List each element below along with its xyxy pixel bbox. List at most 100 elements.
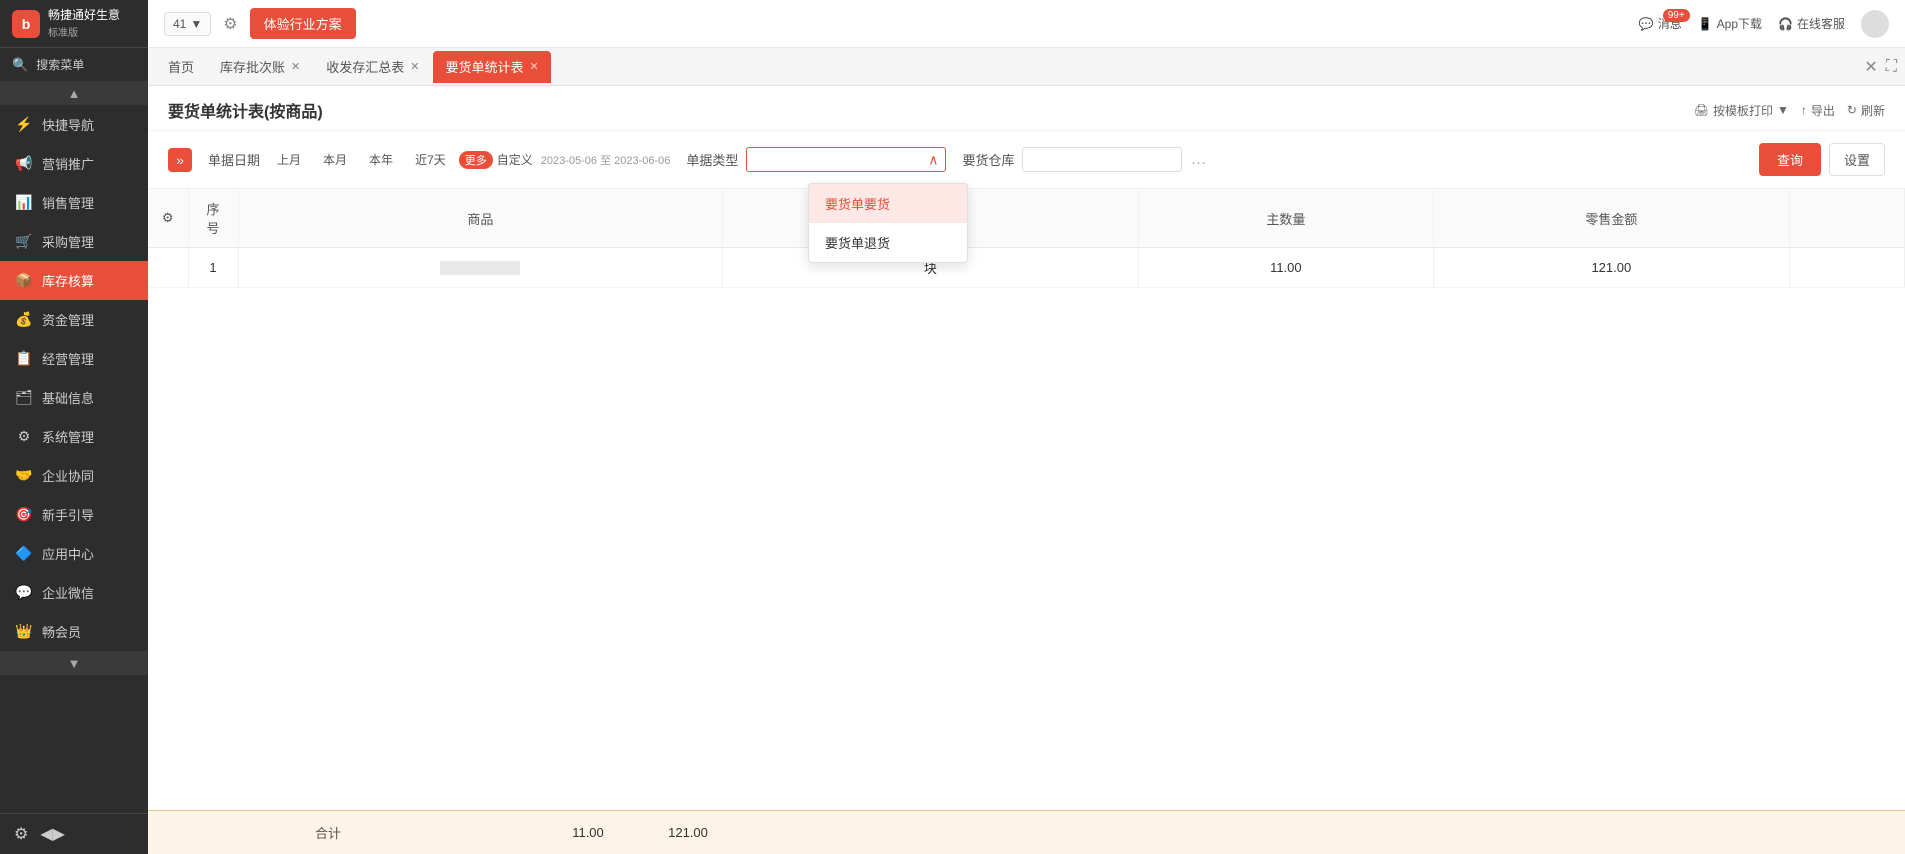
warehouse-input[interactable] <box>1022 147 1182 172</box>
type-filter-group: 单据类型 ∧ <box>686 147 946 172</box>
collapse-icon[interactable]: ◀▶ <box>40 824 65 844</box>
date-more-badge[interactable]: 更多 <box>459 151 493 169</box>
sidebar-item-wechat[interactable]: 💬 企业微信 <box>0 573 148 612</box>
message-badge: 99+ <box>1663 9 1690 22</box>
dropdown-item-order[interactable]: 要货单要货 <box>809 184 967 223</box>
sidebar-scroll-up[interactable]: ▲ <box>0 81 148 105</box>
download-icon: 📱 <box>1698 17 1713 31</box>
dropdown-arrow-icon: ▼ <box>190 17 202 31</box>
date-btn-this-month[interactable]: 本月 <box>314 147 356 172</box>
sidebar-icon-sales: 📊 <box>14 194 34 211</box>
sidebar-item-system[interactable]: ⚙ 系统管理 <box>0 417 148 456</box>
type-arrow-icon[interactable]: ∧ <box>928 151 938 168</box>
type-label: 单据类型 <box>686 150 738 169</box>
date-btn-this-year[interactable]: 本年 <box>360 147 402 172</box>
trial-btn[interactable]: 体验行业方案 <box>250 8 356 39</box>
close-all-icon[interactable]: ✕ <box>1864 57 1877 77</box>
sidebar-label-appstore: 应用中心 <box>42 544 94 563</box>
message-icon: 💬 <box>1639 17 1654 31</box>
warehouse-more-icon[interactable]: … <box>1190 151 1206 169</box>
print-icon: 🖨 <box>1694 103 1709 117</box>
settings-icon[interactable]: ⚙ <box>14 824 28 844</box>
tab-batch[interactable]: 库存批次账 ✕ <box>208 51 312 83</box>
table-footer: 合计 11.00 121.00 <box>148 810 1905 854</box>
sidebar-icon-enterprise: 🤝 <box>14 467 34 484</box>
sidebar-logo: b 畅捷通好生意 标准版 <box>0 0 148 48</box>
tab-close-receive[interactable]: ✕ <box>410 60 419 73</box>
tabbar: 首页库存批次账✕收发存汇总表✕要货单统计表✕ ✕ ⛶ <box>148 48 1905 86</box>
search-icon: 🔍 <box>12 57 28 73</box>
sidebar-search[interactable]: 🔍 搜索菜单 <box>0 48 148 81</box>
sidebar-item-inventory[interactable]: 📦 库存核算 <box>0 261 148 300</box>
tab-home[interactable]: 首页 <box>156 51 206 83</box>
dropdown-value: 41 <box>173 17 186 31</box>
tab-close-order_stat[interactable]: ✕ <box>530 60 539 73</box>
sidebar-item-guide[interactable]: 🎯 新手引导 <box>0 495 148 534</box>
app-download-label: App下载 <box>1717 15 1762 32</box>
sidebar-label-quick-nav: 快捷导航 <box>42 115 94 134</box>
sidebar-item-quick-nav[interactable]: ⚡ 快捷导航 <box>0 105 148 144</box>
topbar-dropdown[interactable]: 41 ▼ <box>164 12 211 36</box>
sidebar-item-member[interactable]: 👑 畅会员 <box>0 612 148 651</box>
date-quick-btns: 上月 本月 本年 近7天 更多 自定义 <box>268 147 533 172</box>
tabbar-right: ✕ ⛶ <box>1864 57 1897 77</box>
sidebar: b 畅捷通好生意 标准版 🔍 搜索菜单 ▲ ⚡ 快捷导航 📢 营销推广 📊 销售… <box>0 0 148 854</box>
col-extra-header <box>1789 189 1904 248</box>
online-service-btn[interactable]: 🎧 在线客服 <box>1778 15 1845 32</box>
sidebar-item-sales[interactable]: 📊 销售管理 <box>0 183 148 222</box>
main-area: 41 ▼ ⚙ 体验行业方案 💬 消息 99+ 📱 App下载 🎧 在线客服 <box>148 0 1905 854</box>
query-btn[interactable]: 查询 <box>1759 143 1821 176</box>
sidebar-icon-purchase: 🛒 <box>14 233 34 250</box>
col-quantity-header: 主数量 <box>1138 189 1433 248</box>
date-btn-7days[interactable]: 近7天 <box>406 147 455 172</box>
sidebar-item-marketing[interactable]: 📢 营销推广 <box>0 144 148 183</box>
sidebar-item-operations[interactable]: 📋 经营管理 <box>0 339 148 378</box>
tab-close-batch[interactable]: ✕ <box>291 60 300 73</box>
col-settings-header[interactable]: ⚙ <box>148 189 188 248</box>
sidebar-item-appstore[interactable]: 🔷 应用中心 <box>0 534 148 573</box>
warehouse-label: 要货仓库 <box>962 150 1014 169</box>
refresh-btn[interactable]: ↻ 刷新 <box>1847 102 1885 119</box>
page-content: 要货单统计表(按商品) 🖨 按模板打印 ▼ ↑ 导出 ↻ 刷新 » <box>148 86 1905 854</box>
sidebar-icon-operations: 📋 <box>14 350 34 367</box>
app-sub: 标准版 <box>48 24 120 39</box>
app-download-btn[interactable]: 📱 App下载 <box>1698 15 1762 32</box>
sidebar-item-purchase[interactable]: 🛒 采购管理 <box>0 222 148 261</box>
sidebar-item-enterprise[interactable]: 🤝 企业协同 <box>0 456 148 495</box>
settings-btn[interactable]: 设置 <box>1829 143 1885 176</box>
tab-order_stat[interactable]: 要货单统计表 ✕ <box>433 51 550 83</box>
print-btn[interactable]: 🖨 按模板打印 ▼ <box>1694 102 1789 119</box>
tab-label-order_stat: 要货单统计表 <box>445 57 523 76</box>
col-amount-header: 零售金额 <box>1434 189 1789 248</box>
tab-label-batch: 库存批次账 <box>220 57 285 76</box>
table-row: 1 块 11.00 121.00 <box>148 248 1905 288</box>
sidebar-bottom: ⚙ ◀▶ <box>0 813 148 854</box>
export-btn[interactable]: ↑ 导出 <box>1801 102 1835 119</box>
cell-quantity-0: 11.00 <box>1138 248 1433 288</box>
sidebar-item-finance[interactable]: 💰 资金管理 <box>0 300 148 339</box>
warehouse-filter-group: 要货仓库 … <box>962 147 1206 172</box>
table-body: 1 块 11.00 121.00 <box>148 248 1905 288</box>
dropdown-item-return[interactable]: 要货单退货 <box>809 223 967 262</box>
filter-toggle[interactable]: » <box>168 148 192 172</box>
message-btn[interactable]: 💬 消息 99+ <box>1639 15 1682 32</box>
refresh-label: 刷新 <box>1861 102 1885 119</box>
tab-receive[interactable]: 收发存汇总表✕ <box>314 51 431 83</box>
expand-icon[interactable]: ⛶ <box>1886 58 1897 76</box>
topbar-gear-icon[interactable]: ⚙ <box>223 14 237 34</box>
data-table: ⚙ 序号 商品 主计量单位 主数量 零售金额 1 块 11.00 121.00 <box>148 189 1905 288</box>
sidebar-label-wechat: 企业微信 <box>42 583 94 602</box>
user-avatar[interactable] <box>1861 10 1889 38</box>
date-btn-last-month[interactable]: 上月 <box>268 147 310 172</box>
sidebar-icon-basic: 🗂 <box>14 389 34 406</box>
sidebar-item-basic[interactable]: 🗂 基础信息 <box>0 378 148 417</box>
date-custom-btn[interactable]: 自定义 <box>497 151 533 168</box>
filter-bar: » 单据日期 上月 本月 本年 近7天 更多 自定义 2023-05-06 至 … <box>148 131 1905 189</box>
sidebar-label-guide: 新手引导 <box>42 505 94 524</box>
cell-num-0: 1 <box>188 248 238 288</box>
type-input[interactable] <box>746 147 946 172</box>
sidebar-label-finance: 资金管理 <box>42 310 94 329</box>
sidebar-scroll-down[interactable]: ▼ <box>0 651 148 675</box>
sidebar-label-inventory: 库存核算 <box>42 271 94 290</box>
app-name: 畅捷通好生意 <box>48 8 120 24</box>
